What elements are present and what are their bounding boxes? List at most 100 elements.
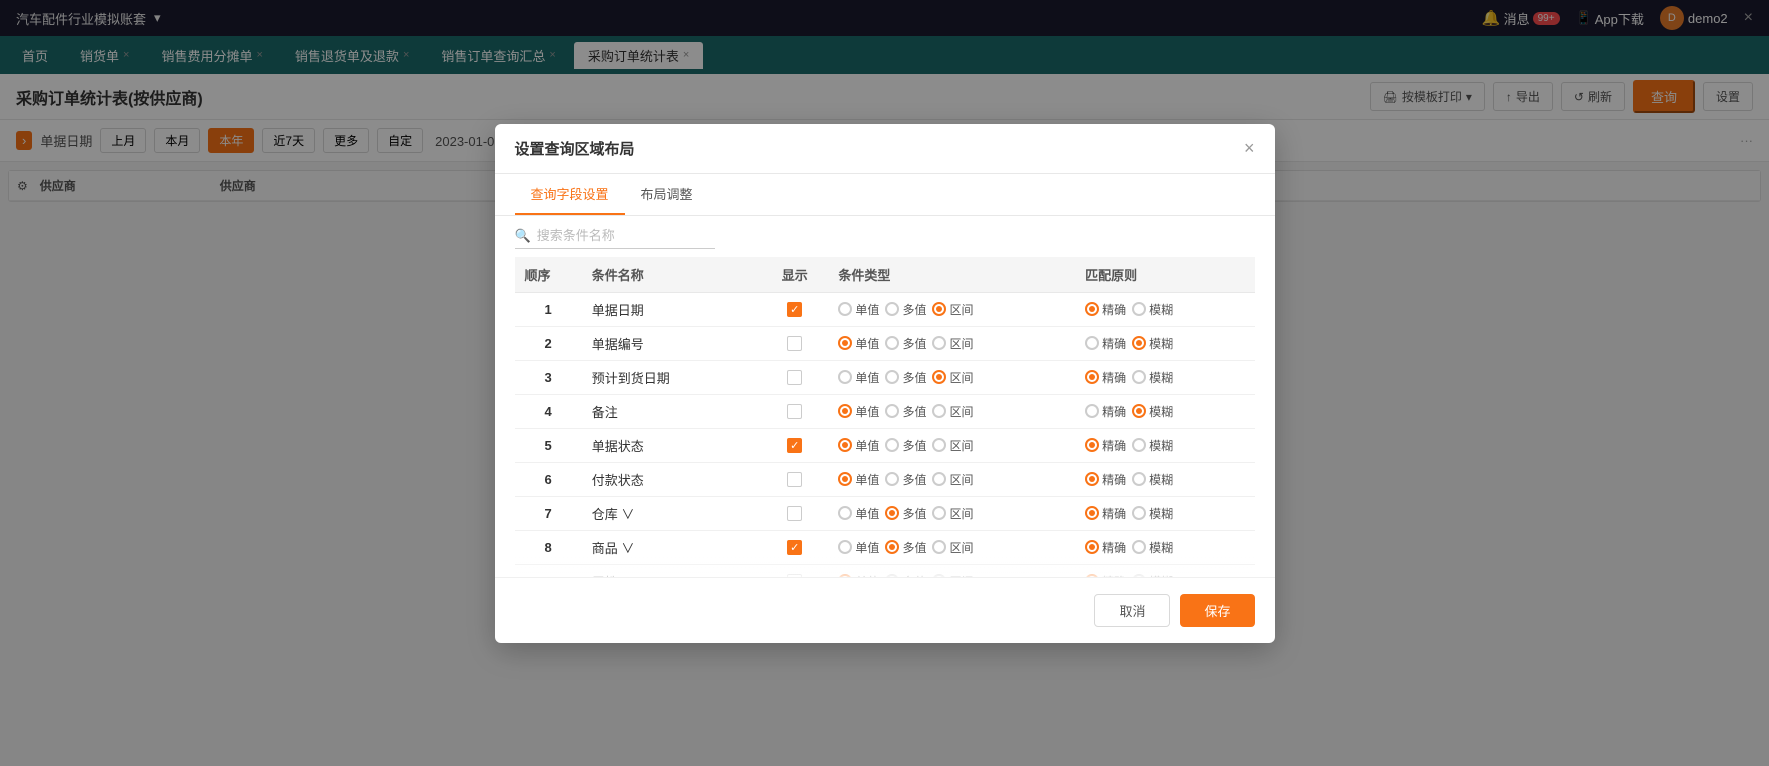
radio-match-模糊-circle: [1132, 472, 1146, 486]
radio-match-精确-circle: [1085, 506, 1099, 520]
table-row: 4 备注 单值 多值 区间 精确 模糊: [515, 394, 1255, 428]
display-checkbox[interactable]: [787, 540, 802, 555]
display-checkbox[interactable]: [787, 574, 802, 577]
display-checkbox[interactable]: [787, 302, 802, 317]
type-option-多值[interactable]: 多值: [885, 335, 926, 352]
radio-多值-circle: [885, 404, 899, 418]
type-option-区间[interactable]: 区间: [932, 505, 973, 522]
match-option-模糊[interactable]: 模糊: [1132, 437, 1173, 454]
type-option-多值[interactable]: 多值: [885, 471, 926, 488]
type-option-单值[interactable]: 单值: [838, 403, 879, 420]
radio-区间-circle: [932, 472, 946, 486]
display-checkbox[interactable]: [787, 472, 802, 487]
table-head-row: 顺序 条件名称 显示 条件类型 匹配原则: [515, 257, 1255, 293]
table-row: 2 单据编号 单值 多值 区间 精确 模糊: [515, 326, 1255, 360]
modal-table-inner[interactable]: 顺序 条件名称 显示 条件类型 匹配原则 1 单据日期: [515, 257, 1255, 577]
radio-单值-circle: [838, 370, 852, 384]
cancel-btn[interactable]: 取消: [1094, 594, 1170, 627]
type-option-单值[interactable]: 单值: [838, 539, 879, 556]
seq-cell: 6: [515, 462, 582, 496]
type-option-单值[interactable]: 单值: [838, 573, 879, 577]
seq-cell: 5: [515, 428, 582, 462]
save-btn[interactable]: 保存: [1180, 594, 1254, 627]
type-option-单值[interactable]: 单值: [838, 471, 879, 488]
type-option-区间[interactable]: 区间: [932, 335, 973, 352]
display-checkbox[interactable]: [787, 438, 802, 453]
type-option-单值[interactable]: 单值: [838, 505, 879, 522]
match-option-模糊[interactable]: 模糊: [1132, 471, 1173, 488]
name-cell: 单据状态: [582, 428, 761, 462]
match-option-精确[interactable]: 精确: [1085, 539, 1126, 556]
type-option-区间[interactable]: 区间: [932, 301, 973, 318]
display-cell: [761, 326, 828, 360]
type-option-区间[interactable]: 区间: [932, 369, 973, 386]
radio-多值-circle: [885, 506, 899, 520]
display-checkbox[interactable]: [787, 404, 802, 419]
display-checkbox[interactable]: [787, 370, 802, 385]
match-option-精确[interactable]: 精确: [1085, 403, 1126, 420]
type-option-区间[interactable]: 区间: [932, 471, 973, 488]
radio-match-精确-circle: [1085, 370, 1099, 384]
radio-match-模糊-circle: [1132, 370, 1146, 384]
name-cell: 备注: [582, 394, 761, 428]
match-option-模糊[interactable]: 模糊: [1132, 301, 1173, 318]
tab-layout[interactable]: 布局调整: [625, 174, 709, 215]
type-option-单值[interactable]: 单值: [838, 301, 879, 318]
type-option-单值[interactable]: 单值: [838, 369, 879, 386]
type-option-单值[interactable]: 单值: [838, 335, 879, 352]
radio-单值-circle: [838, 540, 852, 554]
type-option-区间[interactable]: 区间: [932, 403, 973, 420]
settings-modal: 设置查询区域布局 × 查询字段设置 布局调整 🔍: [495, 124, 1275, 643]
radio-区间-circle: [932, 438, 946, 452]
modal-overlay: 设置查询区域布局 × 查询字段设置 布局调整 🔍: [0, 0, 1769, 766]
type-cell: 单值 多值 区间: [828, 394, 1075, 428]
name-cell: 付款状态: [582, 462, 761, 496]
match-option-精确[interactable]: 精确: [1085, 437, 1126, 454]
table-head: 顺序 条件名称 显示 条件类型 匹配原则: [515, 257, 1255, 293]
type-option-多值[interactable]: 多值: [885, 301, 926, 318]
search-input[interactable]: [537, 228, 697, 243]
col-name: 条件名称: [582, 257, 761, 293]
radio-单值-circle: [838, 336, 852, 350]
display-checkbox[interactable]: [787, 506, 802, 521]
type-option-区间[interactable]: 区间: [932, 573, 973, 577]
modal-close-btn[interactable]: ×: [1244, 139, 1255, 157]
match-option-模糊[interactable]: 模糊: [1132, 403, 1173, 420]
type-option-多值[interactable]: 多值: [885, 369, 926, 386]
type-option-多值[interactable]: 多值: [885, 505, 926, 522]
match-option-模糊[interactable]: 模糊: [1132, 335, 1173, 352]
seq-cell: 7: [515, 496, 582, 530]
name-cell: 单据日期: [582, 292, 761, 326]
seq-cell: 2: [515, 326, 582, 360]
type-option-多值[interactable]: 多值: [885, 539, 926, 556]
table-row: 6 付款状态 单值 多值 区间 精确 模糊: [515, 462, 1255, 496]
match-option-模糊[interactable]: 模糊: [1132, 539, 1173, 556]
display-cell: [761, 394, 828, 428]
match-option-精确[interactable]: 精确: [1085, 573, 1126, 577]
modal-table: 顺序 条件名称 显示 条件类型 匹配原则 1 单据日期: [495, 257, 1275, 577]
match-option-模糊[interactable]: 模糊: [1132, 505, 1173, 522]
radio-多值-circle: [885, 472, 899, 486]
type-option-单值[interactable]: 单值: [838, 437, 879, 454]
name-cell: 预计到货日期: [582, 360, 761, 394]
display-checkbox[interactable]: [787, 336, 802, 351]
match-option-模糊[interactable]: 模糊: [1132, 573, 1173, 577]
type-option-区间[interactable]: 区间: [932, 437, 973, 454]
tab-fields[interactable]: 查询字段设置: [515, 174, 625, 215]
type-option-多值[interactable]: 多值: [885, 403, 926, 420]
match-option-模糊[interactable]: 模糊: [1132, 369, 1173, 386]
match-option-精确[interactable]: 精确: [1085, 335, 1126, 352]
display-cell: [761, 360, 828, 394]
radio-match-模糊-circle: [1132, 506, 1146, 520]
match-option-精确[interactable]: 精确: [1085, 301, 1126, 318]
type-cell: 单值 多值 区间: [828, 462, 1075, 496]
type-option-多值[interactable]: 多值: [885, 437, 926, 454]
seq-cell: 4: [515, 394, 582, 428]
modal-search-area: 🔍: [495, 216, 1275, 257]
match-option-精确[interactable]: 精确: [1085, 471, 1126, 488]
type-option-区间[interactable]: 区间: [932, 539, 973, 556]
name-cell: 商品 ∨: [582, 530, 761, 564]
type-option-多值[interactable]: 多值: [885, 573, 926, 577]
match-option-精确[interactable]: 精确: [1085, 369, 1126, 386]
match-option-精确[interactable]: 精确: [1085, 505, 1126, 522]
